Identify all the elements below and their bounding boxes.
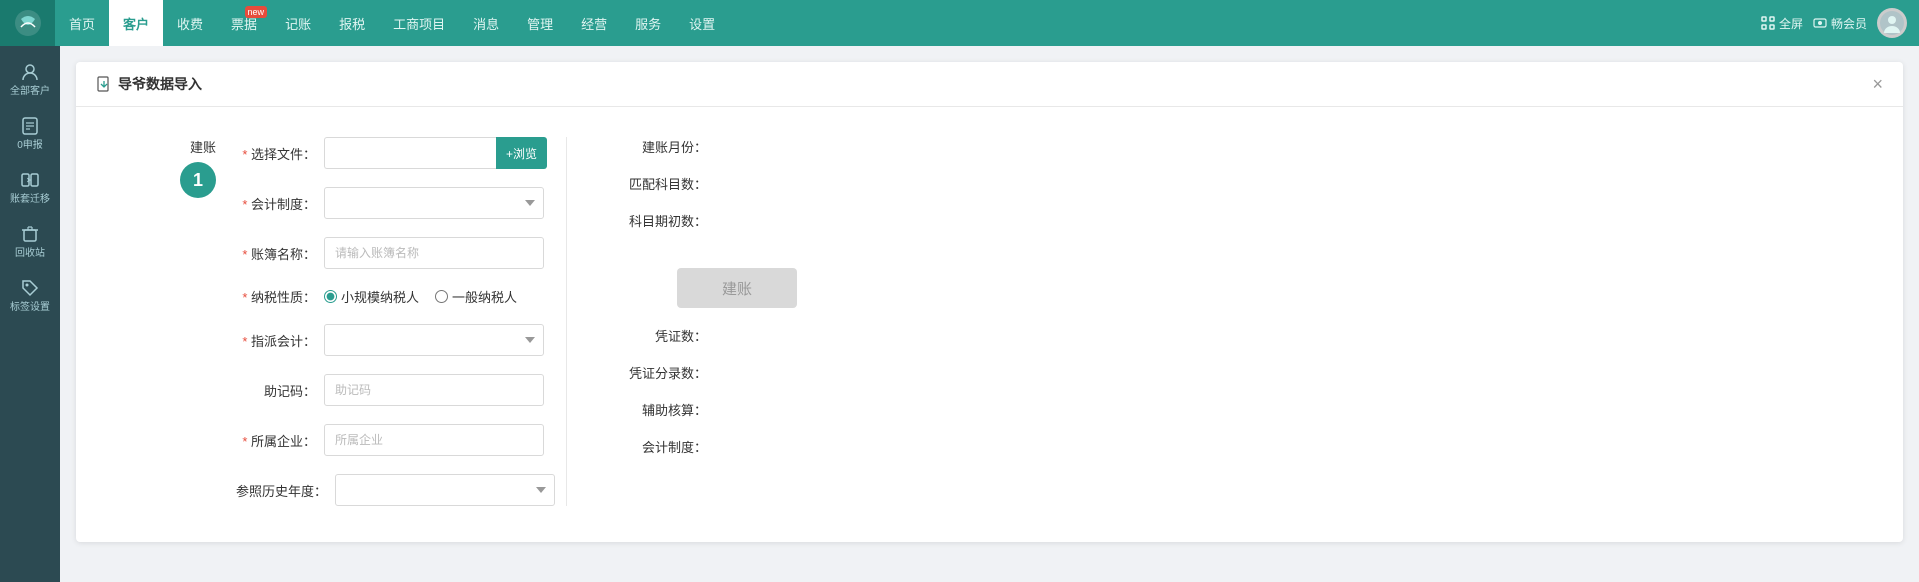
voucher-entries-row: 凭证分录数： xyxy=(617,363,857,382)
select-file-label: * 选择文件： xyxy=(236,144,316,163)
build-btn-area: 建账 xyxy=(617,248,857,308)
radio-small-input[interactable] xyxy=(324,290,337,303)
build-account-button[interactable]: 建账 xyxy=(677,268,797,308)
accounting-system2-row: 会计制度： xyxy=(617,437,857,456)
nav-item-industry[interactable]: 工商项目 xyxy=(379,0,459,46)
nav-item-operations[interactable]: 经营 xyxy=(567,0,621,46)
content-area: 导爷数据导入 × 建账 1 * 选择文件： xyxy=(60,46,1919,582)
fullscreen-button[interactable]: 全屏 xyxy=(1761,15,1803,32)
step-section: 建账 1 xyxy=(116,137,236,198)
nav-item-bookkeeping[interactable]: 记账 xyxy=(271,0,325,46)
reference-year-label: 参照历史年度： xyxy=(236,481,327,500)
close-button[interactable]: × xyxy=(1872,75,1883,93)
radio-general-taxpayer[interactable]: 一般纳税人 xyxy=(435,287,517,306)
step-circle: 1 xyxy=(180,162,216,198)
match-subjects-row: 匹配科目数： xyxy=(617,174,857,193)
file-input-group: +浏览 xyxy=(324,137,544,169)
sidebar-item-migration-label: 账套迁移 xyxy=(10,194,50,206)
top-nav: 首页 客户 收费 票据 new 记账 报税 工商项目 消息 管理 经营 服务 设… xyxy=(0,0,1919,46)
account-name-input[interactable] xyxy=(324,237,544,269)
assign-accountant-row: * 指派会计： xyxy=(236,324,556,356)
import-icon xyxy=(96,76,112,92)
dialog-title: 导爷数据导入 xyxy=(96,74,202,94)
declaration-icon xyxy=(20,116,40,136)
vertical-divider xyxy=(566,137,567,506)
memo-code-label: 助记码： xyxy=(236,381,316,400)
tax-type-row: * 纳税性质： 小规模纳税人 一般纳税人 xyxy=(236,287,556,306)
user-icon xyxy=(20,62,40,82)
step-label: 建账 xyxy=(190,137,216,156)
sidebar-item-declaration-label: 0申报 xyxy=(17,140,43,152)
file-path-input[interactable] xyxy=(324,137,496,169)
select-file-row: * 选择文件： +浏览 xyxy=(236,137,556,169)
accounting-system-row: * 会计制度： xyxy=(236,187,556,219)
period-initial-label: 科目期初数： xyxy=(617,211,707,230)
nav-item-tax[interactable]: 报税 xyxy=(325,0,379,46)
radio-small-taxpayer[interactable]: 小规模纳税人 xyxy=(324,287,419,306)
company-row: * 所属企业： xyxy=(236,424,556,456)
assign-accountant-label: * 指派会计： xyxy=(236,331,316,350)
fullscreen-icon xyxy=(1761,16,1775,30)
nav-item-billing[interactable]: 收费 xyxy=(163,0,217,46)
reference-year-select[interactable] xyxy=(335,474,555,506)
nav-items: 首页 客户 收费 票据 new 记账 报税 工商项目 消息 管理 经营 服务 设… xyxy=(55,0,1761,46)
assign-accountant-select[interactable] xyxy=(324,324,544,356)
tag-icon xyxy=(20,278,40,298)
auxiliary-calc-row: 辅助核算： xyxy=(617,400,857,419)
nav-item-management[interactable]: 管理 xyxy=(513,0,567,46)
trash-icon xyxy=(20,224,40,244)
account-name-row: * 账簿名称： xyxy=(236,237,556,269)
voucher-count-label: 凭证数： xyxy=(617,326,707,345)
main-layout: 全部客户 0申报 账套迁移 xyxy=(0,46,1919,582)
nav-item-messages[interactable]: 消息 xyxy=(459,0,513,46)
tax-type-radio-group: 小规模纳税人 一般纳税人 xyxy=(324,287,517,306)
nav-item-invoices[interactable]: 票据 new xyxy=(217,0,271,46)
new-badge: new xyxy=(245,6,268,18)
memo-code-input[interactable] xyxy=(324,374,544,406)
avatar[interactable] xyxy=(1877,8,1907,38)
build-month-label: 建账月份： xyxy=(617,137,707,156)
dialog-header: 导爷数据导入 × xyxy=(76,62,1903,107)
nav-right: 全屏 畅会员 xyxy=(1761,8,1919,38)
memo-code-row: 助记码： xyxy=(236,374,556,406)
match-subjects-label: 匹配科目数： xyxy=(617,174,707,193)
sidebar-item-declaration[interactable]: 0申报 xyxy=(0,108,60,160)
voucher-count-row: 凭证数： xyxy=(617,326,857,345)
accounting-system2-label: 会计制度： xyxy=(617,437,707,456)
nav-item-services[interactable]: 服务 xyxy=(621,0,675,46)
sidebar-item-tags[interactable]: 标签设置 xyxy=(0,270,60,322)
voucher-entries-label: 凭证分录数： xyxy=(617,363,707,382)
form-section: * 选择文件： +浏览 * 会计制度： xyxy=(236,137,556,506)
dialog-panel: 导爷数据导入 × 建账 1 * 选择文件： xyxy=(76,62,1903,542)
sidebar-item-recycle[interactable]: 回收站 xyxy=(0,216,60,268)
dialog-body: 建账 1 * 选择文件： +浏览 xyxy=(76,107,1903,536)
sidebar-item-account-migration[interactable]: 账套迁移 xyxy=(0,162,60,214)
accounting-system-select[interactable] xyxy=(324,187,544,219)
sidebar-item-recycle-label: 回收站 xyxy=(15,248,45,260)
auxiliary-calc-label: 辅助核算： xyxy=(617,400,707,419)
build-month-row: 建账月份： xyxy=(617,137,857,156)
sidebar: 全部客户 0申报 账套迁移 xyxy=(0,46,60,582)
company-input[interactable] xyxy=(324,424,544,456)
browse-button[interactable]: +浏览 xyxy=(496,137,547,169)
company-label: * 所属企业： xyxy=(236,431,316,450)
sidebar-item-tags-label: 标签设置 xyxy=(10,302,50,314)
period-initial-row: 科目期初数： xyxy=(617,211,857,230)
sidebar-item-all-customers-label: 全部客户 xyxy=(10,86,50,98)
info-section: 建账月份： 匹配科目数： 科目期初数： 建账 xyxy=(577,137,857,506)
member-button[interactable]: 畅会员 xyxy=(1813,15,1867,32)
account-name-label: * 账簿名称： xyxy=(236,244,316,263)
reference-year-row: 参照历史年度： xyxy=(236,474,556,506)
migration-icon xyxy=(20,170,40,190)
tax-type-label: * 纳税性质： xyxy=(236,287,316,306)
radio-general-input[interactable] xyxy=(435,290,448,303)
sidebar-item-all-customers[interactable]: 全部客户 xyxy=(0,54,60,106)
user-avatar-icon xyxy=(1880,11,1904,35)
member-icon xyxy=(1813,16,1827,30)
nav-item-customers[interactable]: 客户 xyxy=(109,0,163,46)
nav-item-home[interactable]: 首页 xyxy=(55,0,109,46)
accounting-system-label: * 会计制度： xyxy=(236,194,316,213)
app-logo xyxy=(0,0,55,46)
nav-item-settings[interactable]: 设置 xyxy=(675,0,729,46)
